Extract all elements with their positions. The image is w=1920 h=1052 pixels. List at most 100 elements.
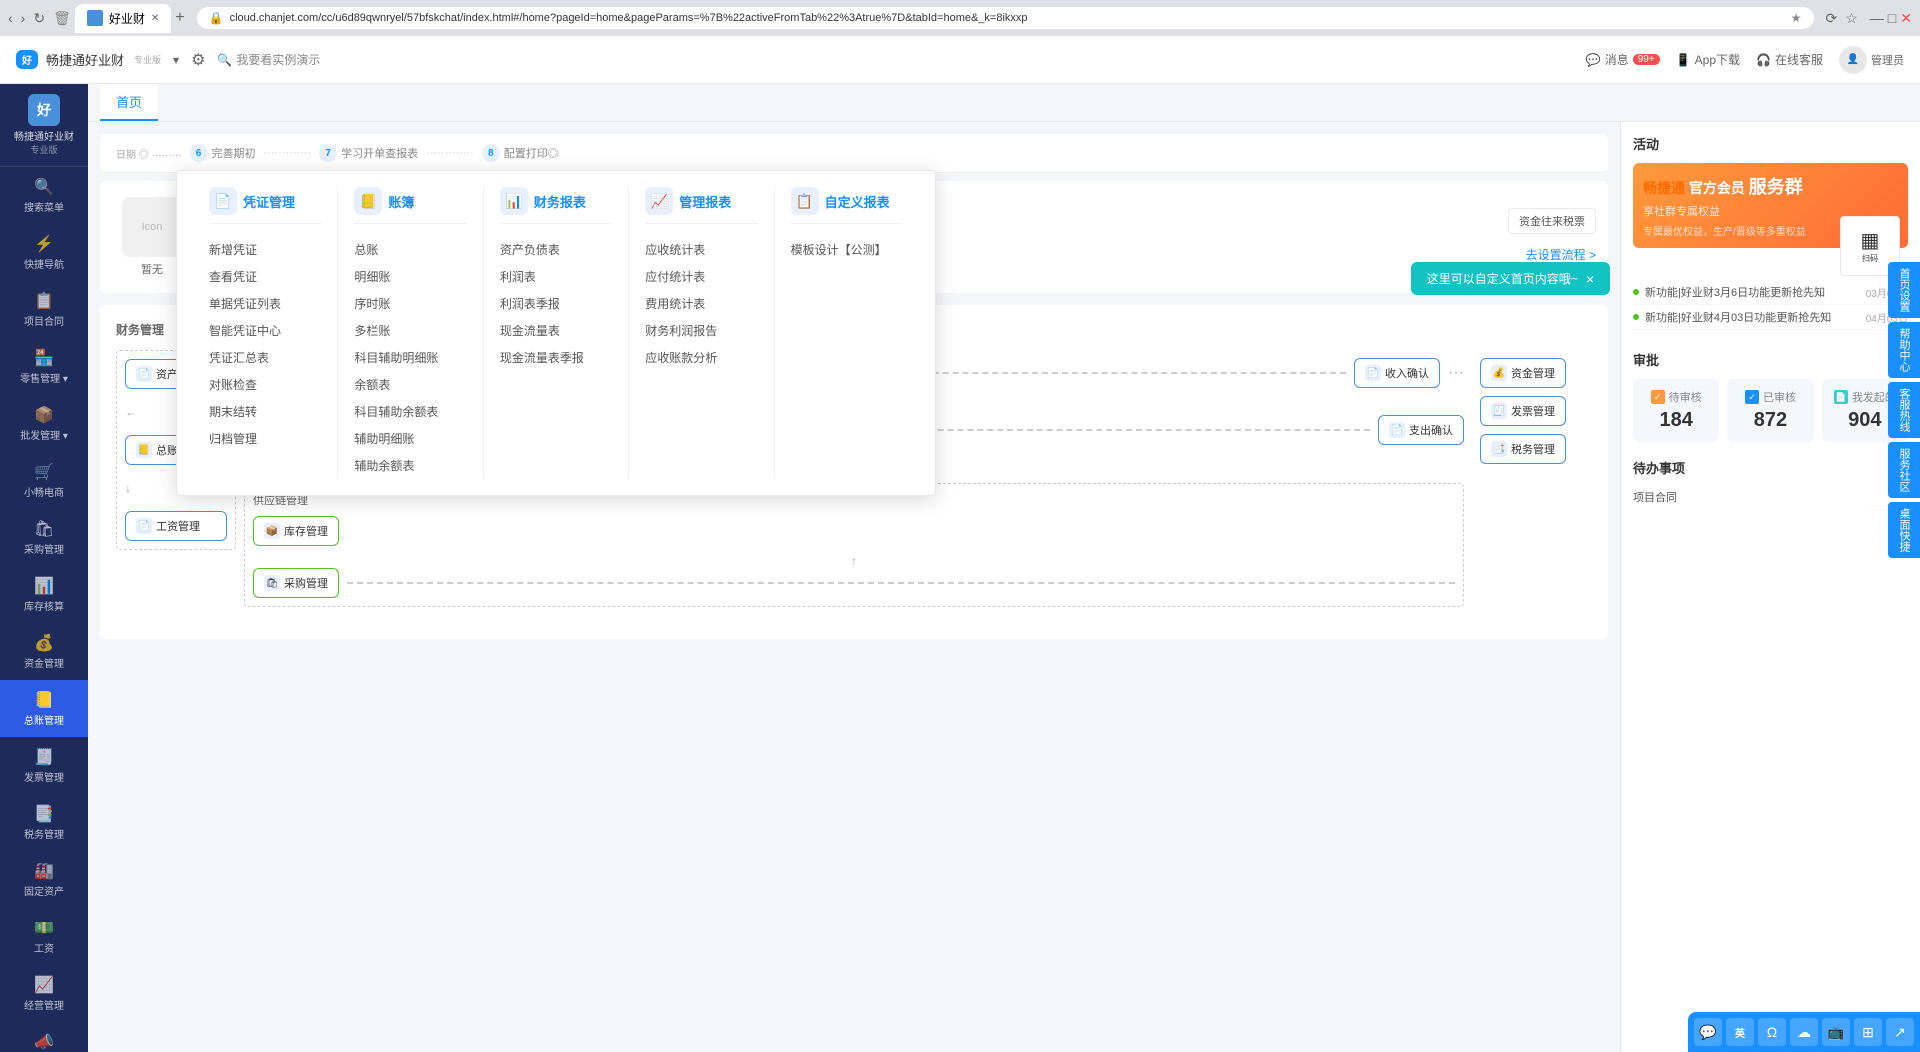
- menu-item-income-stmt[interactable]: 利润表: [500, 263, 612, 290]
- menu-item-receivable-analysis[interactable]: 应收账款分析: [645, 344, 757, 371]
- sidebar-item-project-contract[interactable]: 📋 项目合同: [0, 281, 88, 338]
- approval-card-reviewed[interactable]: ✓ 已审核 872: [1727, 379, 1813, 442]
- menu-item-multi-column[interactable]: 多栏账: [354, 317, 466, 344]
- active-tab[interactable]: 好业财 ✕: [75, 4, 171, 33]
- topbar-search[interactable]: 🔍 我要看实例演示: [217, 51, 320, 68]
- dropdown-arrow[interactable]: ▾: [173, 53, 179, 67]
- sidebar-item-small-store[interactable]: 🛒 小畅电商: [0, 452, 88, 509]
- menu-item-profit-report[interactable]: 财务利润报告: [645, 317, 757, 344]
- sidebar-item-accounting-mgmt[interactable]: 📒 总账管理: [0, 680, 88, 737]
- menu-item-voucher-summary[interactable]: 凭证汇总表: [209, 344, 321, 371]
- forward-btn[interactable]: ›: [21, 10, 26, 26]
- online-service-btn[interactable]: 🎧 在线客服: [1756, 51, 1823, 68]
- quick-nav-home-settings[interactable]: 首页设置: [1888, 262, 1920, 318]
- refresh-btn[interactable]: ↻: [33, 10, 45, 27]
- menu-item-cashflow[interactable]: 现金流量表: [500, 317, 612, 344]
- user-area[interactable]: 👤 管理员: [1839, 46, 1904, 74]
- flow-box-invoice-mgmt[interactable]: 🧾 发票管理: [1480, 396, 1566, 426]
- menu-item-smart-voucher[interactable]: 智能凭证中心: [209, 317, 321, 344]
- minimize-btn[interactable]: —: [1870, 10, 1884, 26]
- bottom-monitor-icon[interactable]: 📺: [1822, 1018, 1850, 1046]
- menu-item-general-ledger[interactable]: 总账: [354, 236, 466, 263]
- menu-item-archive[interactable]: 归档管理: [209, 425, 321, 452]
- menu-item-period-end[interactable]: 期末结转: [209, 398, 321, 425]
- step-7[interactable]: 7 学习开单查报表: [319, 144, 418, 162]
- menu-item-income-quarterly[interactable]: 利润表季报: [500, 290, 612, 317]
- menu-item-new-voucher[interactable]: 新增凭证: [209, 236, 321, 263]
- tax-btn[interactable]: 资金往来税票: [1508, 208, 1596, 234]
- address-bar[interactable]: 🔒 cloud.chanjet.com/cc/u6d89qwnryel/57bf…: [197, 7, 1814, 29]
- news-item-2[interactable]: 新功能|好业财4月03日功能更新抢先知 04月03日: [1633, 305, 1908, 330]
- delete-btn[interactable]: 🗑: [53, 10, 71, 27]
- news-item-1[interactable]: 新功能|好业财3月6日功能更新抢先知 03月06日: [1633, 280, 1908, 305]
- pending-item-project-contract[interactable]: 项目合同: [1633, 485, 1908, 510]
- sidebar-item-shortcut-nav[interactable]: ⚡ 快捷导航: [0, 224, 88, 281]
- menu-item-expense-stats[interactable]: 费用统计表: [645, 290, 757, 317]
- menu-item-voucher-list[interactable]: 单据凭证列表: [209, 290, 321, 317]
- tab-home[interactable]: 首页: [100, 84, 158, 121]
- flow-box-revenue-confirm[interactable]: 📄 收入确认: [1354, 358, 1440, 388]
- flow-box-expense-confirm[interactable]: 📄 支出确认: [1378, 415, 1464, 445]
- menu-item-subject-aux[interactable]: 科目辅助明细账: [354, 344, 466, 371]
- sidebar-item-fixed-assets[interactable]: 🏭 固定资产: [0, 851, 88, 908]
- menu-item-cashflow-quarterly[interactable]: 现金流量表季报: [500, 344, 612, 371]
- quick-nav-help-center[interactable]: 帮助中心: [1888, 322, 1920, 378]
- message-btn[interactable]: 💬 消息 99+: [1586, 51, 1660, 68]
- sidebar-item-payroll[interactable]: 💵 工资: [0, 908, 88, 965]
- bookmark-btn[interactable]: ☆: [1845, 10, 1858, 27]
- step-8[interactable]: 8 配置打印◎: [482, 144, 559, 162]
- flow-box-fund-mgmt[interactable]: 💰 资金管理: [1480, 358, 1566, 388]
- quick-nav-service-community[interactable]: 服务社区: [1888, 442, 1920, 498]
- sidebar-item-tax-mgmt[interactable]: 📑 税务管理: [0, 794, 88, 851]
- bottom-cursor-icon[interactable]: ↗: [1886, 1018, 1914, 1046]
- sidebar-item-purchase-mgmt[interactable]: 🛍 采购管理: [0, 509, 88, 566]
- approval-card-pending[interactable]: ✓ 待审核 184: [1633, 379, 1719, 442]
- menu-item-view-voucher[interactable]: 查看凭证: [209, 263, 321, 290]
- project-contract-icon: 📋: [6, 291, 82, 311]
- quick-nav-desktop-shortcut[interactable]: 桌面快捷: [1888, 502, 1920, 558]
- menu-item-template-design[interactable]: 模板设计【公测】: [791, 236, 903, 263]
- bottom-en-icon[interactable]: 英: [1726, 1018, 1754, 1046]
- menu-item-payable-stats[interactable]: 应付统计表: [645, 263, 757, 290]
- extensions-btn[interactable]: ⟳: [1826, 10, 1838, 27]
- new-tab-btn[interactable]: +: [175, 9, 184, 27]
- bottom-cloud-icon[interactable]: ☁: [1790, 1018, 1818, 1046]
- quick-nav: 首页设置 帮助中心 客服热线 服务社区 桌面快捷: [1888, 262, 1920, 558]
- bottom-translate-icon[interactable]: Ω: [1758, 1018, 1786, 1046]
- sidebar-item-invoice-mgmt[interactable]: 🧾 发票管理: [0, 737, 88, 794]
- tab-close-btn[interactable]: ✕: [151, 13, 159, 24]
- app-download-btn[interactable]: 📱 App下载: [1676, 51, 1740, 68]
- sidebar-item-operations-mgmt[interactable]: 📈 经营管理: [0, 965, 88, 1022]
- flow-box-inventory[interactable]: 📦 库存管理: [253, 516, 339, 546]
- flow-box-purchase[interactable]: 🛍 采购管理: [253, 568, 339, 598]
- menu-item-aux-balance[interactable]: 辅助余额表: [354, 452, 466, 479]
- topbar-settings-icon[interactable]: ⚙: [191, 50, 205, 70]
- sidebar-item-small-marketing[interactable]: 📣 小畅营销: [0, 1022, 88, 1052]
- sidebar-item-retail-mgmt[interactable]: 🏪 零售管理 ▾: [0, 338, 88, 395]
- sidebar-item-inventory-calc[interactable]: 📊 库存核算: [0, 566, 88, 623]
- menu-item-chronological[interactable]: 序时账: [354, 290, 466, 317]
- sidebar-item-fund-mgmt[interactable]: 💰 资金管理: [0, 623, 88, 680]
- tooltip-close-btn[interactable]: ×: [1586, 271, 1594, 287]
- menu-item-balance-sheet[interactable]: 资产负债表: [500, 236, 612, 263]
- purchase-mgmt-label: 采购管理: [6, 541, 82, 556]
- back-btn[interactable]: ‹: [8, 10, 13, 26]
- quick-nav-customer-hotline[interactable]: 客服热线: [1888, 382, 1920, 438]
- flow-box-payroll[interactable]: 📄 工资管理: [125, 511, 227, 541]
- maximize-btn[interactable]: □: [1888, 10, 1896, 26]
- bottom-chat-icon[interactable]: 💬: [1694, 1018, 1722, 1046]
- steps-bar: 日期 ◎ ········· 6 完善期初 ············· 7 学习…: [100, 134, 1608, 173]
- news-dot-1: [1633, 289, 1639, 295]
- bottom-grid-icon[interactable]: ⊞: [1854, 1018, 1882, 1046]
- close-btn[interactable]: ✕: [1900, 10, 1912, 27]
- menu-item-detail-ledger[interactable]: 明细账: [354, 263, 466, 290]
- menu-item-subject-aux-balance[interactable]: 科目辅助余额表: [354, 398, 466, 425]
- menu-item-aux-detail[interactable]: 辅助明细账: [354, 425, 466, 452]
- step-6[interactable]: 6 完善期初: [190, 144, 256, 162]
- sidebar-item-search-menu[interactable]: 🔍 搜索菜单: [0, 167, 88, 224]
- sidebar-item-wholesale-mgmt[interactable]: 📦 批发管理 ▾: [0, 395, 88, 452]
- menu-item-receivable-stats[interactable]: 应收统计表: [645, 236, 757, 263]
- menu-item-balance[interactable]: 余额表: [354, 371, 466, 398]
- flow-box-tax-mgmt[interactable]: 📑 税务管理: [1480, 434, 1566, 464]
- menu-item-reconciliation[interactable]: 对账检查: [209, 371, 321, 398]
